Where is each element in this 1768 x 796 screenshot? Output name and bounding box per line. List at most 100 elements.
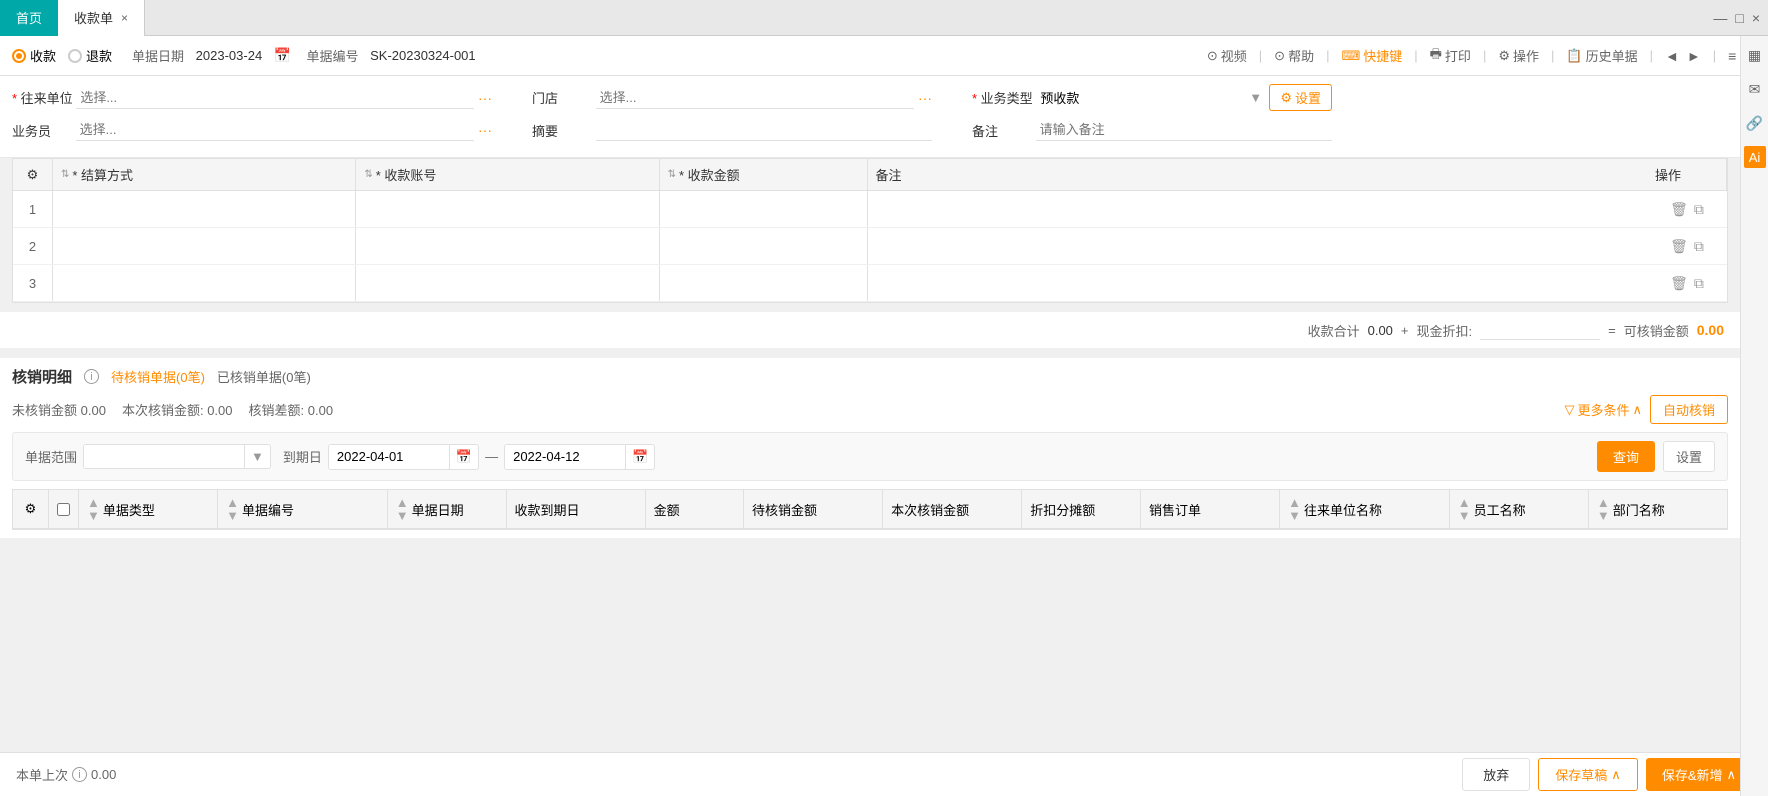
footer-bar: 本单上次 i 0.00 放弃 保存草稿 ∧ 保存&新增 ∧	[0, 752, 1768, 796]
doc-range-input-wrap: ▼	[83, 444, 271, 469]
bth-checkbox[interactable]	[49, 490, 79, 528]
td-remark-3[interactable]	[868, 265, 1648, 301]
due-date-start-input[interactable]	[329, 445, 449, 468]
store-input[interactable]	[596, 87, 914, 109]
filter-bar: ▽ 更多条件 ∧ 自动核销	[1564, 395, 1728, 424]
right-sidebar: ▦ ✉ 🔗 Ai	[1740, 36, 1768, 796]
td-account-1[interactable]	[356, 191, 659, 227]
copy-icon-2[interactable]: ⧉	[1694, 238, 1704, 255]
counterpart-input[interactable]	[76, 87, 474, 109]
td-amount-1[interactable]	[660, 191, 868, 227]
staff-more-btn[interactable]: ···	[478, 123, 492, 137]
th-settlement: ⇅ * 结算方式	[53, 159, 356, 190]
doc-range-input[interactable]	[84, 445, 244, 468]
delete-icon-2[interactable]: 🗑	[1670, 238, 1688, 255]
staff-input[interactable]	[76, 119, 474, 141]
print-btn[interactable]: 🖶 打印	[1430, 45, 1471, 67]
bth-counterpart-name: ▲▼ 往来单位名称	[1280, 490, 1450, 528]
done-tab[interactable]: 已核销单据(0笔)	[217, 367, 311, 386]
delete-icon-3[interactable]: 🗑	[1670, 275, 1688, 292]
counterpart-label: 往来单位	[12, 88, 73, 107]
settings-btn[interactable]: ⚙ 设置	[1269, 84, 1332, 111]
more-conditions-btn[interactable]: ▽ 更多条件 ∧	[1564, 400, 1642, 419]
due-date-end-input[interactable]	[505, 445, 625, 468]
th-gear[interactable]: ⚙	[13, 159, 53, 190]
copy-icon-3[interactable]: ⧉	[1694, 275, 1704, 292]
close-btn[interactable]: ×	[1752, 10, 1760, 26]
per-page-info-icon[interactable]: i	[72, 767, 87, 782]
tab-close-btn[interactable]: ×	[121, 11, 128, 25]
td-settlement-3[interactable]	[53, 265, 356, 301]
radio-refund[interactable]: 退款	[68, 46, 112, 65]
settings-label: 设置	[1295, 88, 1321, 107]
due-date-start-cal-icon[interactable]: 📅	[449, 445, 478, 469]
maximize-btn[interactable]: □	[1735, 10, 1743, 26]
shortcut-btn[interactable]: ⌨ 快捷键	[1341, 46, 1402, 65]
bth-gear[interactable]: ⚙	[13, 490, 49, 528]
summary-bar: 收款合计 0.00 + 现金折扣: = 可核销金额 0.00	[0, 311, 1740, 348]
minimize-btn[interactable]: —	[1713, 10, 1727, 26]
sidebar-mail-icon[interactable]: ✉	[1744, 78, 1766, 100]
discount-input[interactable]	[1480, 320, 1600, 340]
tab-receipt[interactable]: 收款单 ×	[58, 0, 145, 36]
td-settlement-2[interactable]	[53, 228, 356, 264]
td-account-3[interactable]	[356, 265, 659, 301]
delete-icon-1[interactable]: 🗑	[1670, 201, 1688, 218]
help-btn[interactable]: ⊙ 帮助	[1274, 46, 1314, 65]
copy-icon-1[interactable]: ⧉	[1694, 201, 1704, 218]
td-settlement-1[interactable]	[53, 191, 356, 227]
abandon-btn[interactable]: 放弃	[1462, 758, 1530, 791]
nav-next-btn[interactable]: ►	[1687, 48, 1701, 64]
calendar-icon[interactable]: 📅	[274, 47, 291, 64]
more-conditions-label: 更多条件	[1577, 400, 1629, 419]
summary-input[interactable]	[596, 119, 932, 141]
table-row: 1 🗑 ⧉	[13, 191, 1727, 228]
query-bar: 单据范围 ▼ 到期日 📅 — 📅	[12, 432, 1728, 481]
counterpart-more-btn[interactable]: ···	[478, 91, 492, 105]
current-item: 本次核销金额: 0.00	[122, 400, 233, 419]
td-account-2[interactable]	[356, 228, 659, 264]
operation-btn[interactable]: ⚙ 操作	[1498, 46, 1539, 65]
sidebar-table-icon[interactable]: ▦	[1744, 44, 1766, 66]
tab-home[interactable]: 首页	[0, 0, 58, 36]
save-draft-btn[interactable]: 保存草稿 ∧	[1538, 758, 1638, 791]
business-type-dropdown-icon[interactable]: ▼	[1249, 90, 1262, 105]
due-date-end-cal-icon[interactable]: 📅	[625, 445, 654, 469]
writeoff-stats: 未核销金额 0.00 本次核销金额: 0.00 核销差额: 0.00 ▽ 更多条…	[12, 395, 1728, 424]
writeoff-info-icon[interactable]: i	[84, 369, 99, 384]
td-remark-2[interactable]	[868, 228, 1648, 264]
tab-home-label: 首页	[16, 8, 42, 27]
radio-receipt[interactable]: 收款	[12, 46, 56, 65]
query-btn[interactable]: 查询	[1597, 441, 1655, 472]
save-new-btn-label: 保存&新增	[1662, 765, 1723, 784]
diff-item: 核销差额: 0.00	[249, 400, 334, 419]
nav-prev-btn[interactable]: ◄	[1665, 48, 1679, 64]
form-row-2: 业务员 ··· 摘要 备注	[12, 119, 1728, 141]
sidebar-link-icon[interactable]: 🔗	[1744, 112, 1766, 134]
auto-writeoff-btn[interactable]: 自动核销	[1650, 395, 1728, 424]
video-btn[interactable]: ⊙ 视频	[1207, 46, 1247, 65]
writeoff-settings-btn[interactable]: 设置	[1663, 441, 1715, 472]
save-new-dropdown-arrow[interactable]: ∧	[1726, 767, 1736, 783]
store-more-btn[interactable]: ···	[918, 91, 932, 105]
store-field: 门店 ···	[532, 87, 932, 109]
counterpart-field: 往来单位 ···	[12, 87, 492, 109]
save-new-btn[interactable]: 保存&新增 ∧	[1646, 758, 1752, 791]
store-label: 门店	[532, 88, 592, 107]
sidebar-ai-btn[interactable]: Ai	[1744, 146, 1766, 168]
doc-range-field: 单据范围 ▼	[25, 444, 271, 469]
list-view-btn[interactable]: ≡	[1728, 48, 1736, 64]
td-amount-3[interactable]	[660, 265, 868, 301]
uncancelled-label: 未核销金额	[12, 403, 77, 418]
doc-range-dropdown-btn[interactable]: ▼	[244, 445, 270, 468]
draft-dropdown-arrow[interactable]: ∧	[1611, 767, 1621, 783]
pending-tab[interactable]: 待核销单据(0笔)	[111, 367, 205, 386]
td-amount-2[interactable]	[660, 228, 868, 264]
td-remark-1[interactable]	[868, 191, 1648, 227]
select-all-checkbox[interactable]	[57, 503, 70, 516]
per-page-label: 本单上次	[16, 765, 68, 784]
doc-range-label: 单据范围	[25, 447, 77, 466]
current-label: 本次核销金额:	[122, 403, 204, 418]
history-btn[interactable]: 📋 历史单据	[1566, 46, 1637, 65]
remark-input[interactable]	[1036, 119, 1332, 141]
